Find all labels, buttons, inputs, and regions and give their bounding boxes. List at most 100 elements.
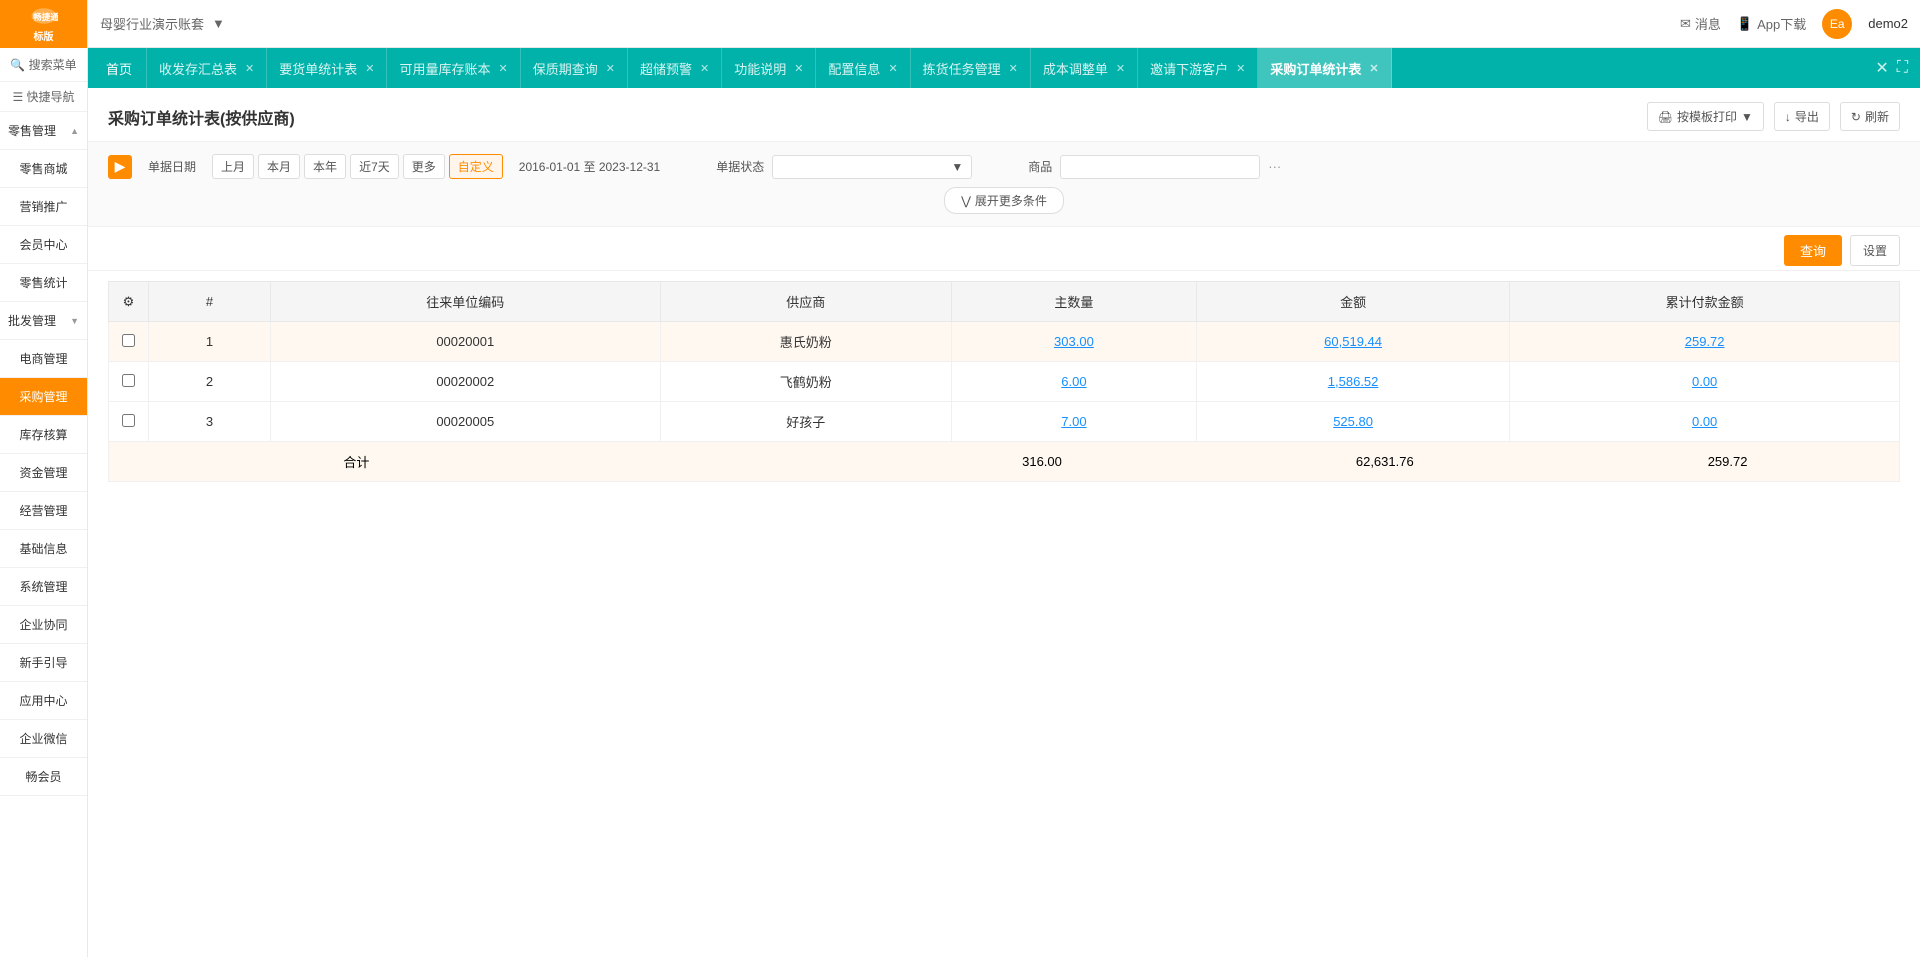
tab-recv-pay[interactable]: 收发存汇总表 ✕ <box>147 48 267 88</box>
tab-config[interactable]: 配置信息 ✕ <box>816 48 910 88</box>
date-btn-7days[interactable]: 近7天 <box>350 154 399 179</box>
tab-expiry[interactable]: 保质期查询 ✕ <box>521 48 628 88</box>
tab-close-icon[interactable]: ✕ <box>1236 62 1245 75</box>
sidebar-item-business[interactable]: 经营管理 <box>0 492 87 530</box>
sidebar-item-member[interactable]: 会员中心 <box>0 226 87 264</box>
date-btn-last-month[interactable]: 上月 <box>212 154 254 179</box>
sidebar-item-retail-stats[interactable]: 零售统计 <box>0 264 87 302</box>
close-window-btn[interactable]: ✕ <box>1875 58 1888 78</box>
tab-close-icon[interactable]: ✕ <box>888 62 897 75</box>
row-checkbox[interactable] <box>109 402 149 442</box>
tab-cost-adj[interactable]: 成本调整单 ✕ <box>1031 48 1138 88</box>
tab-invite[interactable]: 邀请下游客户 ✕ <box>1138 48 1258 88</box>
tab-pick-task[interactable]: 拣货任务管理 ✕ <box>911 48 1031 88</box>
sidebar-item-label: 电商管理 <box>19 350 67 367</box>
status-select[interactable]: ▼ <box>772 155 972 179</box>
tab-close-icon[interactable]: ✕ <box>499 62 508 75</box>
row-qty[interactable]: 6.00 <box>951 362 1196 402</box>
sidebar-item-finance[interactable]: 资金管理 <box>0 454 87 492</box>
tab-order-stats[interactable]: 要货单统计表 ✕ <box>267 48 387 88</box>
sidebar-item-label: 企业协同 <box>19 616 67 633</box>
sidebar-item-inventory[interactable]: 库存核算 <box>0 416 87 454</box>
goods-search-input[interactable] <box>1060 155 1260 179</box>
search-menu[interactable]: 🔍 搜索菜单 <box>0 48 87 82</box>
sidebar-item-vip[interactable]: 畅会员 <box>0 758 87 796</box>
sidebar-item-basic[interactable]: 基础信息 <box>0 530 87 568</box>
tab-home[interactable]: 首页 <box>92 48 147 88</box>
sidebar-item-appcenter[interactable]: 应用中心 <box>0 682 87 720</box>
row-checkbox[interactable] <box>109 362 149 402</box>
goods-more-icon[interactable]: ··· <box>1268 159 1281 174</box>
expand-more-btn[interactable]: ⋁ 展开更多条件 <box>944 187 1064 214</box>
tab-purchase-stats[interactable]: 采购订单统计表 ✕ <box>1258 48 1391 88</box>
username-label[interactable]: demo2 <box>1868 16 1908 31</box>
row-amount[interactable]: 1,586.52 <box>1196 362 1509 402</box>
query-btn[interactable]: 查询 <box>1784 235 1842 266</box>
tab-close-icon[interactable]: ✕ <box>794 62 803 75</box>
tab-close-icon[interactable]: ✕ <box>1369 62 1378 75</box>
row-paid[interactable]: 0.00 <box>1510 362 1900 402</box>
settings-btn[interactable]: 设置 <box>1850 235 1900 266</box>
tab-func-desc[interactable]: 功能说明 ✕ <box>722 48 816 88</box>
data-table: ⚙ # 往来单位编码 供应商 主数量 金额 累计付款金额 1 00020001 <box>108 281 1900 442</box>
checkbox[interactable] <box>122 374 135 387</box>
row-paid[interactable]: 259.72 <box>1510 322 1900 362</box>
topbar-workspace[interactable]: 母婴行业演示账套 ▼ <box>100 14 225 33</box>
tab-close-icon[interactable]: ✕ <box>606 62 615 75</box>
tab-close-icon[interactable]: ✕ <box>1009 62 1018 75</box>
date-btn-this-month[interactable]: 本月 <box>258 154 300 179</box>
col-paid: 累计付款金额 <box>1510 282 1900 322</box>
sidebar-item-newbie[interactable]: 新手引导 <box>0 644 87 682</box>
tab-label: 要货单统计表 <box>279 59 357 78</box>
sidebar-item-enterprise[interactable]: 企业协同 <box>0 606 87 644</box>
row-amount[interactable]: 525.80 <box>1196 402 1509 442</box>
app-download-btn[interactable]: 📱 App下载 <box>1737 14 1806 33</box>
nav-label: 快捷导航 <box>27 90 75 104</box>
table-footer: 合计 316.00 62,631.76 259.72 <box>108 442 1900 482</box>
footer-amount: 62,631.76 <box>1213 454 1556 469</box>
tab-close-icon[interactable]: ✕ <box>700 62 709 75</box>
col-settings[interactable]: ⚙ <box>109 282 149 322</box>
footer-qty: 316.00 <box>871 454 1214 469</box>
message-btn[interactable]: ✉ 消息 <box>1680 14 1721 33</box>
tab-close-icon[interactable]: ✕ <box>365 62 374 75</box>
logo[interactable]: 畅捷通 标版 <box>0 0 87 48</box>
sidebar-item-ecommerce[interactable]: 电商管理 <box>0 340 87 378</box>
row-checkbox[interactable] <box>109 322 149 362</box>
sidebar-item-retail-shop[interactable]: 零售商城 <box>0 150 87 188</box>
tabbar: 首页 收发存汇总表 ✕ 要货单统计表 ✕ 可用量库存账本 ✕ 保质期查询 ✕ 超… <box>88 48 1920 88</box>
row-paid[interactable]: 0.00 <box>1510 402 1900 442</box>
tab-close-icon[interactable]: ✕ <box>245 62 254 75</box>
row-qty[interactable]: 303.00 <box>951 322 1196 362</box>
sidebar-item-retail-mgmt[interactable]: 零售管理 ▲ <box>0 112 87 150</box>
row-qty[interactable]: 7.00 <box>951 402 1196 442</box>
row-supplier: 好孩子 <box>660 402 951 442</box>
print-btn[interactable]: 🖨 按模板打印 ▼ <box>1647 102 1764 131</box>
tab-overstock[interactable]: 超储预警 ✕ <box>628 48 722 88</box>
maximize-btn[interactable]: ⛶ <box>1897 59 1908 77</box>
sidebar-item-wholesale[interactable]: 批发管理 ▼ <box>0 302 87 340</box>
row-code: 00020001 <box>270 322 660 362</box>
sidebar-item-wechat[interactable]: 企业微信 <box>0 720 87 758</box>
sidebar-item-marketing[interactable]: 营销推广 <box>0 188 87 226</box>
sidebar-item-label: 经营管理 <box>19 502 67 519</box>
sidebar-item-purchase[interactable]: 采购管理 <box>0 378 87 416</box>
tab-avail-inv[interactable]: 可用量库存账本 ✕ <box>387 48 520 88</box>
sidebar-item-label: 系统管理 <box>19 578 67 595</box>
refresh-label: 刷新 <box>1865 108 1889 125</box>
sidebar-item-system[interactable]: 系统管理 <box>0 568 87 606</box>
checkbox[interactable] <box>122 414 135 427</box>
date-btn-custom[interactable]: 自定义 <box>449 154 503 179</box>
row-amount[interactable]: 60,519.44 <box>1196 322 1509 362</box>
refresh-icon: ↻ <box>1851 110 1861 124</box>
sidebar-item-label: 营销推广 <box>19 198 67 215</box>
filter-toggle-btn[interactable]: ▶ <box>108 155 132 179</box>
date-btn-this-year[interactable]: 本年 <box>304 154 346 179</box>
checkbox[interactable] <box>122 334 135 347</box>
quick-nav[interactable]: ☰ 快捷导航 <box>0 82 87 112</box>
date-btn-more[interactable]: 更多 <box>403 154 445 179</box>
refresh-btn[interactable]: ↻ 刷新 <box>1840 102 1900 131</box>
tab-close-icon[interactable]: ✕ <box>1116 62 1125 75</box>
date-filter-label: 单据日期 <box>148 158 196 175</box>
export-btn[interactable]: ↓ 导出 <box>1774 102 1830 131</box>
